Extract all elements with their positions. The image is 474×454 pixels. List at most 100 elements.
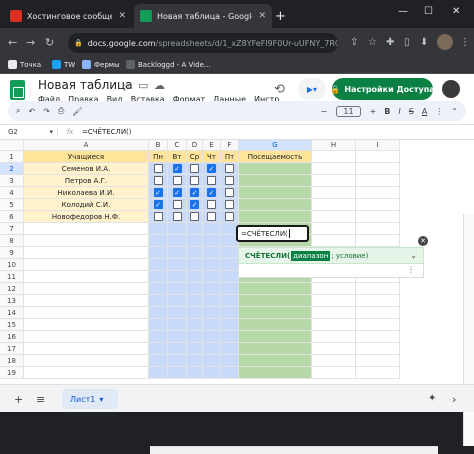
table-cell[interactable] (356, 355, 400, 367)
table-cell[interactable] (187, 247, 203, 259)
table-cell[interactable] (187, 343, 203, 355)
table-cell[interactable] (24, 247, 149, 259)
table-cell[interactable] (187, 259, 203, 271)
table-cell[interactable] (149, 175, 168, 187)
row-header[interactable]: 2 (0, 163, 24, 175)
table-cell[interactable] (312, 151, 356, 163)
table-cell[interactable] (24, 283, 149, 295)
table-cell[interactable] (312, 367, 356, 379)
table-cell[interactable] (239, 355, 312, 367)
checkbox-unchecked[interactable] (172, 176, 182, 185)
table-cell[interactable] (168, 199, 187, 211)
row-header[interactable]: 8 (0, 235, 24, 247)
table-cell[interactable] (187, 235, 203, 247)
table-cell[interactable] (312, 295, 356, 307)
table-cell[interactable] (187, 307, 203, 319)
table-cell[interactable]: ✓ (203, 163, 221, 175)
font-size-decrease[interactable]: − (321, 107, 328, 116)
table-cell[interactable]: Петров А.Г. (24, 175, 149, 187)
table-cell[interactable] (149, 259, 168, 271)
table-cell[interactable] (24, 235, 149, 247)
table-cell[interactable] (356, 175, 400, 187)
table-cell[interactable] (187, 163, 203, 175)
column-header-a[interactable]: A (24, 140, 149, 151)
checkbox-unchecked[interactable] (190, 164, 199, 173)
bookmark-backloggd[interactable]: Backloggd - A Vide... (126, 60, 211, 69)
table-cell[interactable] (356, 163, 400, 175)
more-icon[interactable]: ⋮ (435, 107, 443, 116)
bookmark-tw[interactable]: TW (52, 60, 75, 69)
formula-hint[interactable]: СЧЁТЕСЛИ( диапазон ; условие) ⌄ (238, 247, 424, 264)
table-cell[interactable] (187, 331, 203, 343)
sheets-logo-icon[interactable] (10, 80, 25, 100)
forward-icon[interactable]: → (26, 36, 35, 49)
row-header[interactable]: 4 (0, 187, 24, 199)
table-cell[interactable] (239, 283, 312, 295)
table-cell[interactable] (168, 175, 187, 187)
row-header[interactable]: 6 (0, 211, 24, 223)
table-cell[interactable] (149, 211, 168, 223)
table-cell[interactable] (168, 223, 187, 235)
table-cell[interactable] (168, 283, 187, 295)
table-cell[interactable] (356, 187, 400, 199)
table-cell[interactable] (239, 163, 312, 175)
table-cell[interactable] (312, 187, 356, 199)
table-cell[interactable] (221, 367, 239, 379)
bookmark-fermy[interactable]: Фермы (82, 60, 120, 69)
checkbox-unchecked[interactable] (190, 212, 199, 221)
table-cell[interactable] (187, 223, 203, 235)
meet-button[interactable]: ▶▾ (298, 78, 326, 100)
search-menu-icon[interactable]: ⌕ (16, 106, 20, 116)
table-cell[interactable] (312, 343, 356, 355)
table-cell[interactable] (149, 163, 168, 175)
table-cell[interactable]: ✓ (203, 187, 221, 199)
table-cell[interactable] (203, 367, 221, 379)
table-cell[interactable]: Посещаемость (239, 151, 312, 163)
table-cell[interactable] (168, 235, 187, 247)
table-cell[interactable] (24, 331, 149, 343)
table-cell[interactable]: ✓ (187, 199, 203, 211)
table-cell[interactable] (356, 283, 400, 295)
table-cell[interactable] (221, 211, 239, 223)
history-icon[interactable]: ⟲ (274, 82, 285, 97)
table-cell[interactable] (168, 211, 187, 223)
column-header-e[interactable]: E (203, 140, 221, 151)
table-cell[interactable] (239, 307, 312, 319)
table-cell[interactable]: Новофедоров Н.Ф. (24, 211, 149, 223)
table-cell[interactable] (203, 283, 221, 295)
table-cell[interactable] (168, 259, 187, 271)
table-cell[interactable] (203, 271, 221, 283)
table-cell[interactable] (221, 199, 239, 211)
table-cell[interactable] (24, 271, 149, 283)
extensions-icon[interactable]: ✚ (386, 37, 394, 48)
table-cell[interactable] (149, 283, 168, 295)
table-cell[interactable] (239, 367, 312, 379)
row-header[interactable]: 3 (0, 175, 24, 187)
table-cell[interactable] (203, 259, 221, 271)
table-cell[interactable] (203, 355, 221, 367)
table-cell[interactable] (24, 319, 149, 331)
checkbox-unchecked[interactable] (172, 212, 182, 221)
font-size-increase[interactable]: + (370, 107, 377, 116)
table-cell[interactable] (168, 247, 187, 259)
row-header[interactable]: 17 (0, 343, 24, 355)
table-cell[interactable] (168, 367, 187, 379)
table-cell[interactable] (203, 295, 221, 307)
row-header[interactable]: 9 (0, 247, 24, 259)
row-header[interactable]: 14 (0, 307, 24, 319)
table-cell[interactable] (356, 319, 400, 331)
table-cell[interactable] (356, 307, 400, 319)
table-cell[interactable] (168, 319, 187, 331)
column-header-c[interactable]: C (168, 140, 187, 151)
new-tab-button[interactable]: + (275, 9, 286, 24)
table-cell[interactable] (149, 307, 168, 319)
checkbox-unchecked[interactable] (207, 212, 216, 221)
table-cell[interactable] (187, 295, 203, 307)
name-box[interactable]: G2 ▾ (0, 128, 58, 136)
table-cell[interactable] (356, 223, 400, 235)
table-cell[interactable] (149, 319, 168, 331)
table-cell[interactable] (312, 163, 356, 175)
table-cell[interactable] (149, 271, 168, 283)
reload-icon[interactable]: ↻ (45, 36, 54, 49)
table-cell[interactable] (187, 355, 203, 367)
